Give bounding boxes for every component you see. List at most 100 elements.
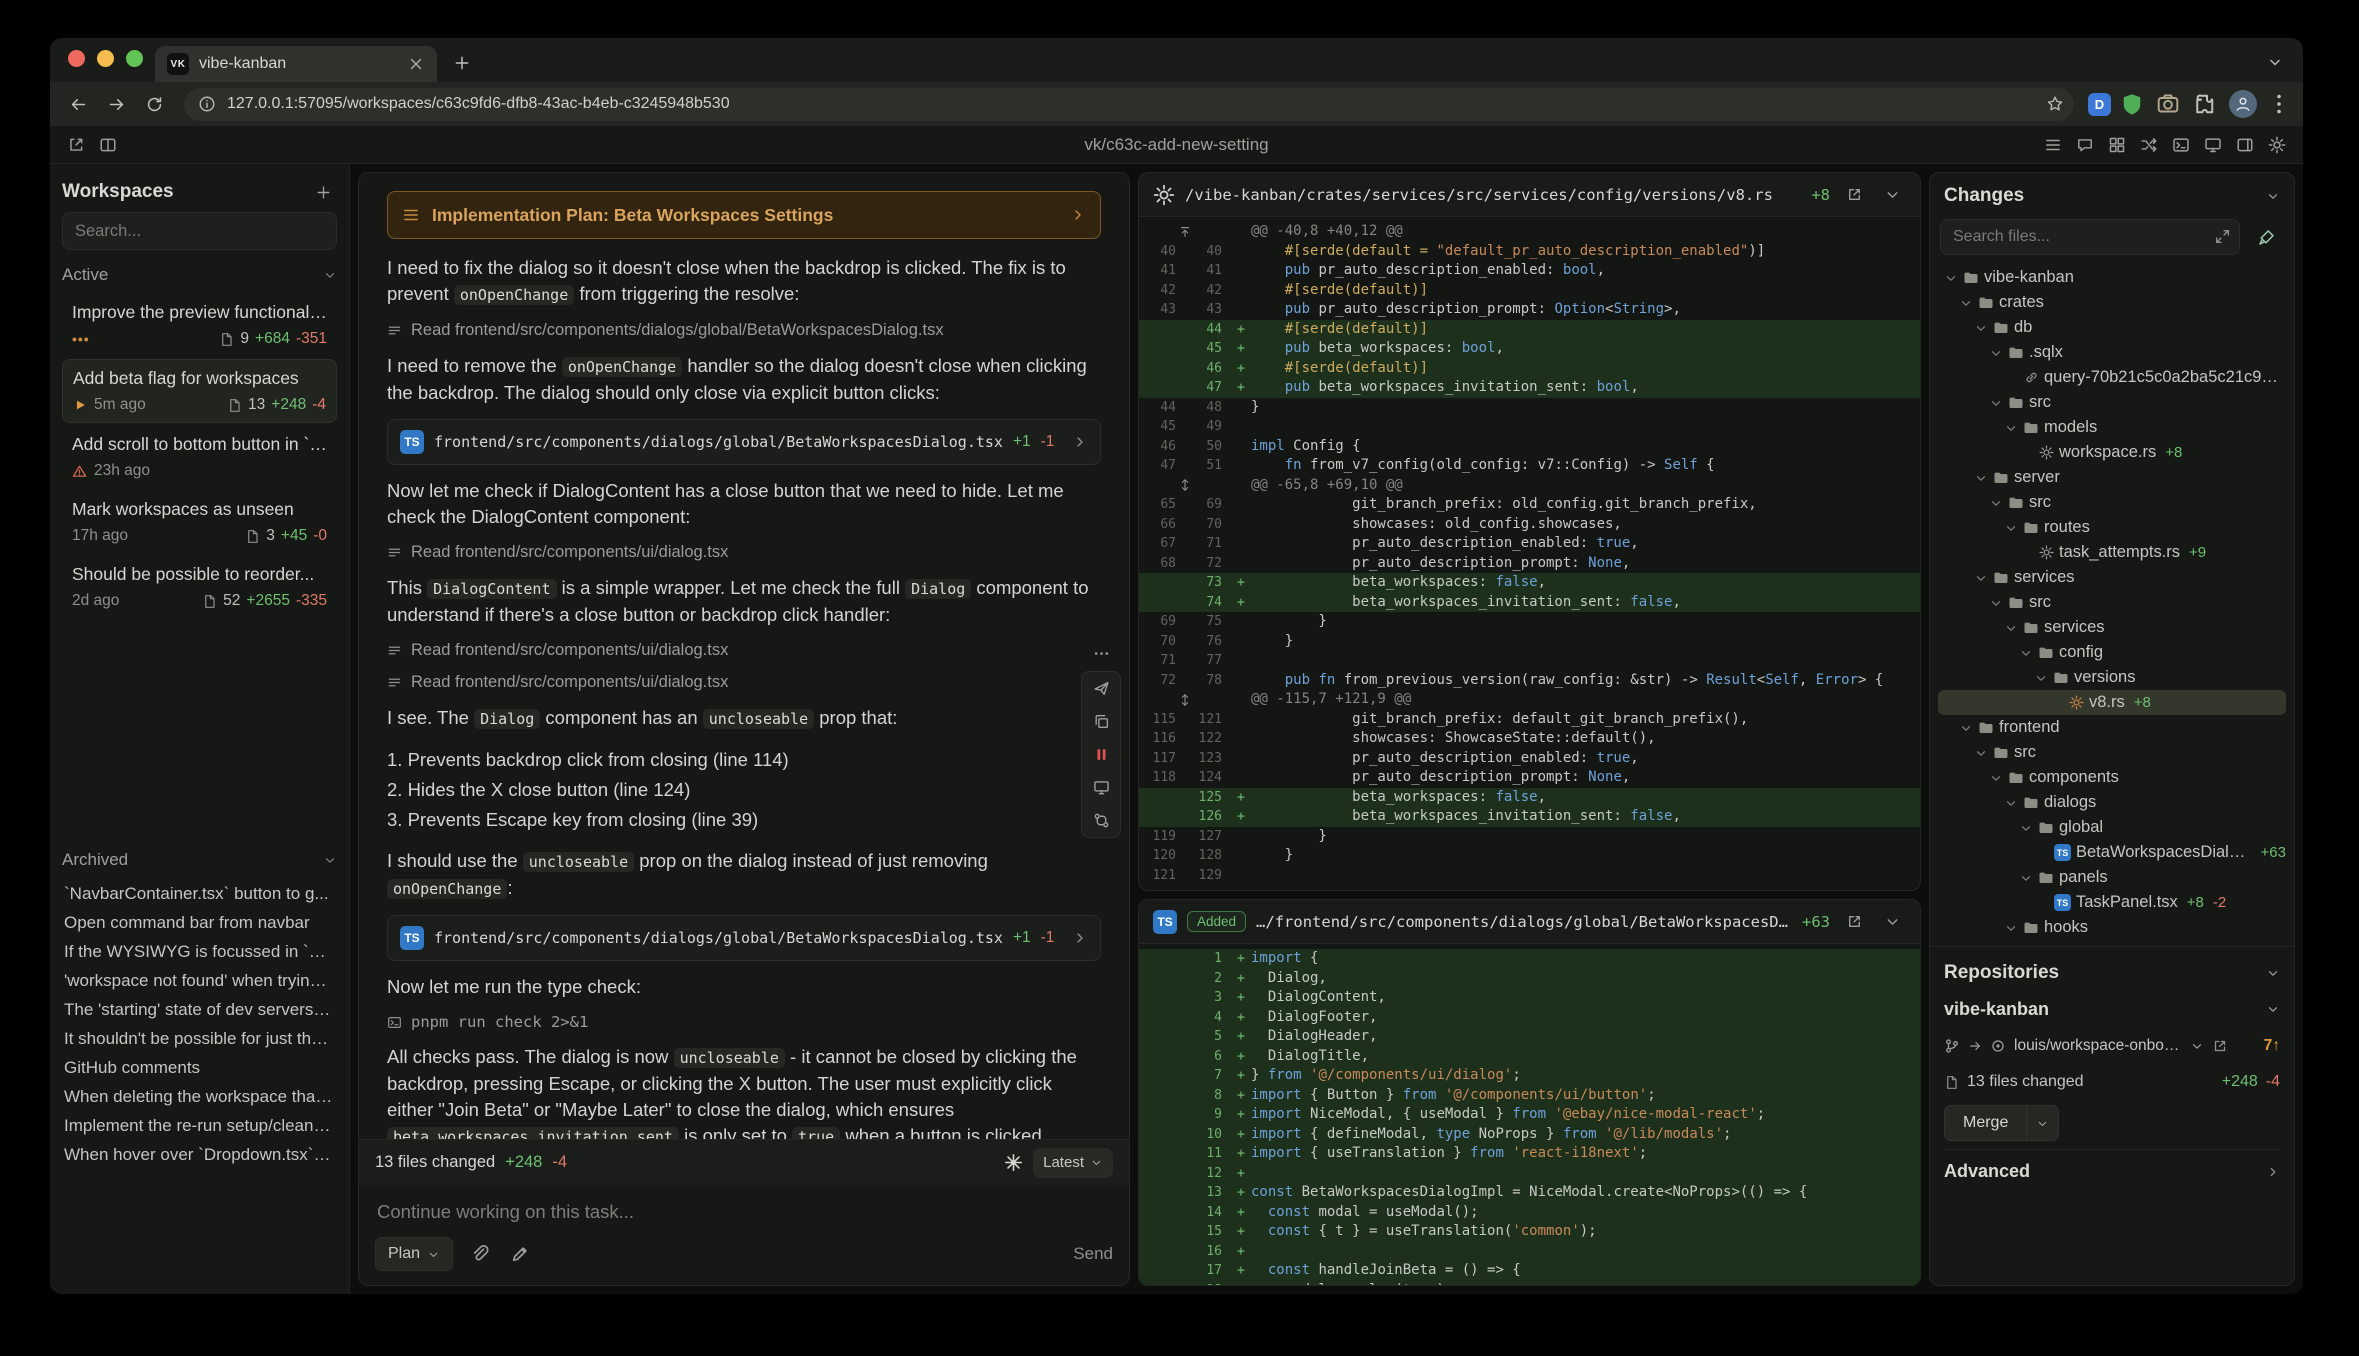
tree-folder-row[interactable]: components <box>1938 765 2286 790</box>
mode-selector[interactable]: Plan <box>375 1237 454 1271</box>
tree-folder-row[interactable]: .sqlx <box>1938 340 2286 365</box>
browser-menu-button[interactable] <box>2267 92 2291 116</box>
tree-folder-row[interactable]: panels <box>1938 865 2286 890</box>
chevron-down-icon[interactable] <box>2266 189 2280 203</box>
plane-icon[interactable] <box>1082 672 1120 705</box>
archived-workspace-item[interactable]: Open command bar from navbar <box>62 908 337 937</box>
close-window-button[interactable] <box>68 49 85 67</box>
tree-folder-row[interactable]: models <box>1938 415 2286 440</box>
edit-button[interactable] <box>507 1241 533 1267</box>
workspace-item[interactable]: Add scroll to bottom button in `Virt... 2… <box>62 426 337 488</box>
send-button[interactable]: Send <box>1073 1244 1113 1264</box>
back-button[interactable] <box>62 88 94 120</box>
archived-section-header[interactable]: Archived <box>62 841 337 879</box>
workspace-item[interactable]: Should be possible to reorder... 2d ago 52… <box>62 556 337 618</box>
forward-button[interactable] <box>100 88 132 120</box>
hunk-expand-icon[interactable] <box>1139 478 1231 492</box>
merge-button[interactable]: Merge <box>1944 1105 2028 1141</box>
tab-list-button[interactable] <box>2261 48 2289 76</box>
tree-folder-row[interactable]: routes <box>1938 515 2286 540</box>
open-in-editor-button[interactable] <box>1840 181 1868 209</box>
tree-folder-row[interactable]: src <box>1938 390 2286 415</box>
browser-tab[interactable]: VK vibe-kanban <box>155 46 437 82</box>
tree-folder-row[interactable]: crates <box>1938 290 2286 315</box>
tree-folder-row[interactable]: services <box>1938 565 2286 590</box>
more-actions-button[interactable] <box>1085 641 1117 665</box>
monitor-icon[interactable] <box>2199 132 2227 158</box>
tree-folder-row[interactable]: services <box>1938 615 2286 640</box>
archived-workspace-item[interactable]: 'workspace not found' when trying ... <box>62 966 337 995</box>
tree-folder-row[interactable]: db <box>1938 315 2286 340</box>
minimize-window-button[interactable] <box>97 49 114 67</box>
repo-row[interactable]: vibe-kanban <box>1944 991 2280 1027</box>
tree-file-row[interactable]: TS BetaWorkspacesDialog.tsx +63 <box>1938 840 2286 865</box>
tool-read-row[interactable]: Read frontend/src/components/dialogs/glo… <box>387 321 1101 340</box>
columns-icon[interactable] <box>94 132 122 158</box>
archived-workspace-item[interactable]: Implement the re-run setup/cleanu... <box>62 1111 337 1140</box>
gear-icon[interactable] <box>2263 132 2291 158</box>
archived-workspace-item[interactable]: The 'starting' state of dev servers is..… <box>62 995 337 1024</box>
panel-right-icon[interactable] <box>2231 132 2259 158</box>
tree-folder-row[interactable]: hooks <box>1938 915 2286 940</box>
tree-folder-row[interactable]: frontend <box>1938 715 2286 740</box>
tree-folder-row[interactable]: src <box>1938 740 2286 765</box>
tree-folder-row[interactable]: src <box>1938 490 2286 515</box>
bubble-icon[interactable] <box>2071 132 2099 158</box>
reload-button[interactable] <box>138 88 170 120</box>
terminal-command-row[interactable]: pnpm run check 2>&1 <box>387 1013 1101 1031</box>
hunk-expand-icon[interactable] <box>1139 693 1231 707</box>
tree-file-row[interactable]: v8.rs +8 <box>1938 690 2286 715</box>
tool-read-row[interactable]: Read frontend/src/components/ui/dialog.t… <box>387 641 1101 660</box>
advanced-section-toggle[interactable]: Advanced <box>1944 1149 2280 1193</box>
archived-workspace-item[interactable]: When hover over `Dropdown.tsx` i... <box>62 1140 337 1169</box>
archived-workspace-item[interactable]: When deleting the workspace that'... <box>62 1082 337 1111</box>
repositories-header[interactable]: Repositories <box>1944 955 2280 991</box>
export-icon[interactable] <box>62 132 90 158</box>
tool-read-row[interactable]: Read frontend/src/components/ui/dialog.t… <box>387 673 1101 692</box>
tree-folder-row[interactable]: src <box>1938 590 2286 615</box>
new-tab-button[interactable] <box>447 48 477 78</box>
tree-folder-row[interactable]: versions <box>1938 665 2286 690</box>
address-bar[interactable]: 127.0.0.1:57095/workspaces/c63c9fd6-dfb8… <box>184 87 2074 121</box>
tree-folder-row[interactable]: dialogs <box>1938 790 2286 815</box>
workspace-search-input[interactable] <box>62 212 337 250</box>
tree-folder-row[interactable]: vibe-kanban <box>1938 265 2286 290</box>
filter-brush-button[interactable] <box>2248 219 2284 255</box>
collapse-diff-button[interactable] <box>1878 181 1906 209</box>
file-search-input[interactable] <box>1940 219 2240 255</box>
tree-file-row[interactable]: workspace.rs +8 <box>1938 440 2286 465</box>
rows-icon[interactable] <box>2039 132 2067 158</box>
active-section-header[interactable]: Active <box>62 256 337 294</box>
merge-dropdown-button[interactable] <box>2027 1105 2060 1141</box>
monitor-icon[interactable] <box>1082 771 1120 804</box>
tree-file-row[interactable]: task_attempts.rs +9 <box>1938 540 2286 565</box>
extensions-puzzle-icon[interactable] <box>2192 92 2216 116</box>
tree-file-row[interactable]: query-70b21c5c0a2ba5c21c9c1132f14a68… <box>1938 365 2286 390</box>
archived-workspace-item[interactable]: `NavbarContainer.tsx` button to g... <box>62 879 337 908</box>
extension-d-icon[interactable]: D <box>2088 92 2111 116</box>
tab-close-icon[interactable] <box>407 55 425 73</box>
edited-file-card[interactable]: TS frontend/src/components/dialogs/global… <box>387 419 1101 465</box>
grid-icon[interactable] <box>2103 132 2131 158</box>
version-selector[interactable]: Latest <box>1033 1147 1113 1178</box>
pause-icon[interactable] <box>1082 738 1120 771</box>
hunk-expand-icon[interactable] <box>1139 225 1231 239</box>
message-input[interactable] <box>359 1185 1129 1227</box>
shuffle-icon[interactable] <box>2135 132 2163 158</box>
tree-folder-row[interactable]: config <box>1938 640 2286 665</box>
copy-icon[interactable] <box>1082 705 1120 738</box>
archived-workspace-item[interactable]: GitHub comments <box>62 1053 337 1082</box>
workspace-item[interactable]: Mark workspaces as unseen 17h ago 3 +45 -0 <box>62 491 337 553</box>
compare-icon[interactable] <box>1082 804 1120 837</box>
archived-workspace-item[interactable]: It shouldn't be possible for just the ..… <box>62 1024 337 1053</box>
shield-extension-icon[interactable] <box>2120 92 2144 116</box>
open-in-editor-button[interactable] <box>1840 908 1868 936</box>
tree-file-row[interactable]: TS TaskPanel.tsx +8 -2 <box>1938 890 2286 915</box>
sparkle-icon[interactable] <box>1004 1153 1023 1172</box>
camera-extension-icon[interactable] <box>2156 92 2180 116</box>
tool-read-row[interactable]: Read frontend/src/components/ui/dialog.t… <box>387 543 1101 562</box>
site-info-icon[interactable] <box>198 95 216 113</box>
open-external-button[interactable] <box>2212 1038 2228 1054</box>
edited-file-card[interactable]: TS frontend/src/components/dialogs/global… <box>387 915 1101 961</box>
add-workspace-button[interactable] <box>309 178 337 206</box>
